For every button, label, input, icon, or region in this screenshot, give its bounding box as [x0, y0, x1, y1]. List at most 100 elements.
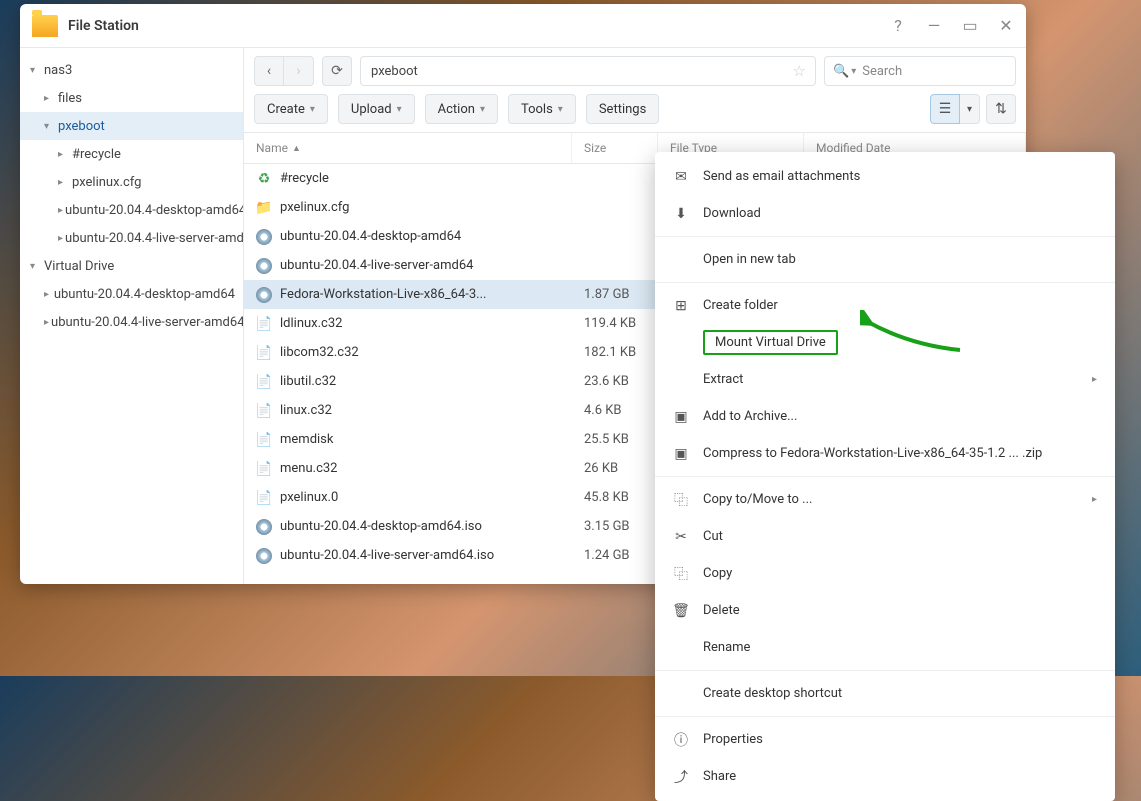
tree-label: ubuntu-20.04.4-live-server-amd64 — [51, 315, 243, 330]
menu-item-icon: ⤴ — [673, 767, 689, 787]
file-size-cell: 26 KB — [572, 461, 658, 476]
search-placeholder: Search — [862, 64, 902, 79]
sidebar-item[interactable]: ▸#recycle — [20, 140, 243, 168]
tree-caret-icon: ▸ — [58, 177, 70, 188]
tree-caret-icon: ▾ — [44, 121, 56, 132]
menu-item[interactable]: ⿻ Copy — [655, 555, 1115, 592]
navigation-toolbar: ‹ › ⟳ pxeboot ☆ 🔍 ▾ Search — [244, 48, 1026, 94]
sidebar-item[interactable]: ▸ubuntu-20.04.4-desktop-amd64 — [20, 196, 243, 224]
file-name-cell: 📄libutil.c32 — [244, 374, 572, 390]
sidebar-item[interactable]: ▸ubuntu-20.04.4-desktop-amd64 — [20, 280, 243, 308]
submenu-arrow-icon: ▸ — [1092, 494, 1097, 505]
file-size-cell: 3.15 GB — [572, 519, 658, 534]
menu-separator — [655, 670, 1115, 671]
sidebar-item[interactable]: ▸ubuntu-20.04.4-live-server-amd64 — [20, 224, 243, 252]
settings-button[interactable]: Settings — [586, 94, 659, 124]
menu-separator — [655, 236, 1115, 237]
menu-item[interactable]: Rename — [655, 629, 1115, 666]
file-name-cell: ●ubuntu-20.04.4-live-server-amd64 — [244, 258, 572, 274]
file-name-cell: ●ubuntu-20.04.4-desktop-amd64.iso — [244, 519, 572, 535]
tree-caret-icon: ▸ — [58, 233, 63, 244]
menu-item[interactable]: ⤴Share — [655, 758, 1115, 795]
tree-caret-icon: ▸ — [44, 93, 56, 104]
menu-item-label: Compress to Fedora-Workstation-Live-x86_… — [703, 446, 1042, 461]
menu-item[interactable]: ✂Cut — [655, 518, 1115, 555]
app-icon — [32, 15, 58, 37]
tree-label: pxelinux.cfg — [72, 175, 141, 190]
sidebar-item[interactable]: ▸pxelinux.cfg — [20, 168, 243, 196]
menu-item-label: Create folder — [703, 298, 778, 313]
menu-item-label: Create desktop shortcut — [703, 686, 842, 701]
action-button[interactable]: Action▾ — [425, 94, 498, 124]
favorite-star-icon[interactable]: ☆ — [793, 62, 806, 80]
search-input[interactable]: 🔍 ▾ Search — [824, 56, 1016, 86]
file-name-cell: 📄memdisk — [244, 432, 572, 448]
menu-item-label: Delete — [703, 603, 740, 618]
file-size-cell: 1.87 GB — [572, 287, 658, 302]
menu-item[interactable]: ▣ Compress to Fedora-Workstation-Live-x86… — [655, 435, 1115, 472]
sidebar-item[interactable]: ▸ubuntu-20.04.4-live-server-amd64 — [20, 308, 243, 336]
maximize-button[interactable]: ▭ — [962, 18, 978, 34]
view-list-button[interactable]: ☰ — [930, 94, 960, 124]
search-icon: 🔍 — [833, 64, 849, 79]
tree-label: #recycle — [72, 147, 121, 162]
view-dropdown-button[interactable]: ▾ — [960, 94, 980, 124]
menu-item[interactable]: Open in new tab — [655, 241, 1115, 278]
submenu-arrow-icon: ▸ — [1092, 374, 1097, 385]
menu-item[interactable]: ✉ Send as email attachments — [655, 158, 1115, 195]
nav-back-button[interactable]: ‹ — [254, 56, 284, 86]
create-button[interactable]: Create▾ — [254, 94, 328, 124]
tree-caret-icon: ▸ — [44, 317, 49, 328]
nav-forward-button[interactable]: › — [284, 56, 314, 86]
annotation-arrow — [860, 310, 970, 360]
help-button[interactable]: ? — [890, 18, 906, 34]
nav-refresh-button[interactable]: ⟳ — [322, 56, 352, 86]
menu-item-label: Send as email attachments — [703, 169, 860, 184]
upload-button[interactable]: Upload▾ — [338, 94, 415, 124]
file-size-cell: 23.6 KB — [572, 374, 658, 389]
menu-item-icon: ▣ — [673, 446, 689, 462]
tree-label: ubuntu-20.04.4-desktop-amd64 — [54, 287, 235, 302]
col-header-size[interactable]: Size — [572, 133, 658, 163]
menu-item-icon: ✉ — [673, 169, 689, 185]
file-name-cell: ●ubuntu-20.04.4-desktop-amd64 — [244, 229, 572, 245]
path-text: pxeboot — [371, 64, 418, 79]
titlebar: File Station ? — ▭ ✕ — [20, 4, 1026, 48]
menu-item[interactable]: Extract▸ — [655, 361, 1115, 398]
sort-button[interactable]: ⇅ — [986, 94, 1016, 124]
sidebar-item[interactable]: ▾pxeboot — [20, 112, 243, 140]
file-name-cell: 📄libcom32.c32 — [244, 345, 572, 361]
tree-caret-icon: ▸ — [44, 289, 52, 300]
menu-item[interactable]: Create desktop shortcut — [655, 675, 1115, 712]
menu-item[interactable]: ⿻Copy to/Move to ...▸ — [655, 481, 1115, 518]
menu-item-label: Mount Virtual Drive — [703, 330, 838, 355]
path-field[interactable]: pxeboot — [360, 56, 816, 86]
tree-label: nas3 — [44, 63, 72, 78]
file-name-cell: 📄ldlinux.c32 — [244, 316, 572, 332]
menu-item[interactable]: ⓘProperties — [655, 721, 1115, 758]
close-button[interactable]: ✕ — [998, 18, 1014, 34]
menu-item-label: Open in new tab — [703, 252, 796, 267]
menu-item-icon: ⬇ — [673, 206, 689, 222]
menu-item-icon: ▣ — [673, 409, 689, 425]
sidebar-item[interactable]: ▾Virtual Drive — [20, 252, 243, 280]
col-header-name[interactable]: Name▲ — [244, 133, 572, 163]
sidebar-tree: ▾nas3▸files▾pxeboot▸#recycle▸pxelinux.cf… — [20, 48, 244, 584]
tree-label: files — [58, 91, 82, 106]
tree-caret-icon: ▸ — [58, 149, 70, 160]
menu-item-label: Download — [703, 206, 761, 221]
file-name-cell: 📁pxelinux.cfg — [244, 200, 572, 216]
tools-button[interactable]: Tools▾ — [508, 94, 576, 124]
sidebar-item[interactable]: ▾nas3 — [20, 56, 243, 84]
menu-item-label: Copy — [703, 566, 732, 581]
menu-item[interactable]: ▣Add to Archive... — [655, 398, 1115, 435]
menu-item[interactable]: 🗑Delete — [655, 592, 1115, 629]
sidebar-item[interactable]: ▸files — [20, 84, 243, 112]
tree-caret-icon: ▾ — [30, 65, 42, 76]
file-name-cell: 📄linux.c32 — [244, 403, 572, 419]
menu-item-label: Cut — [703, 529, 723, 544]
minimize-button[interactable]: — — [926, 18, 942, 34]
menu-item[interactable]: ⬇ Download — [655, 195, 1115, 232]
menu-item-icon: ⿻ — [673, 564, 689, 584]
search-dropdown-icon[interactable]: ▾ — [851, 66, 856, 77]
